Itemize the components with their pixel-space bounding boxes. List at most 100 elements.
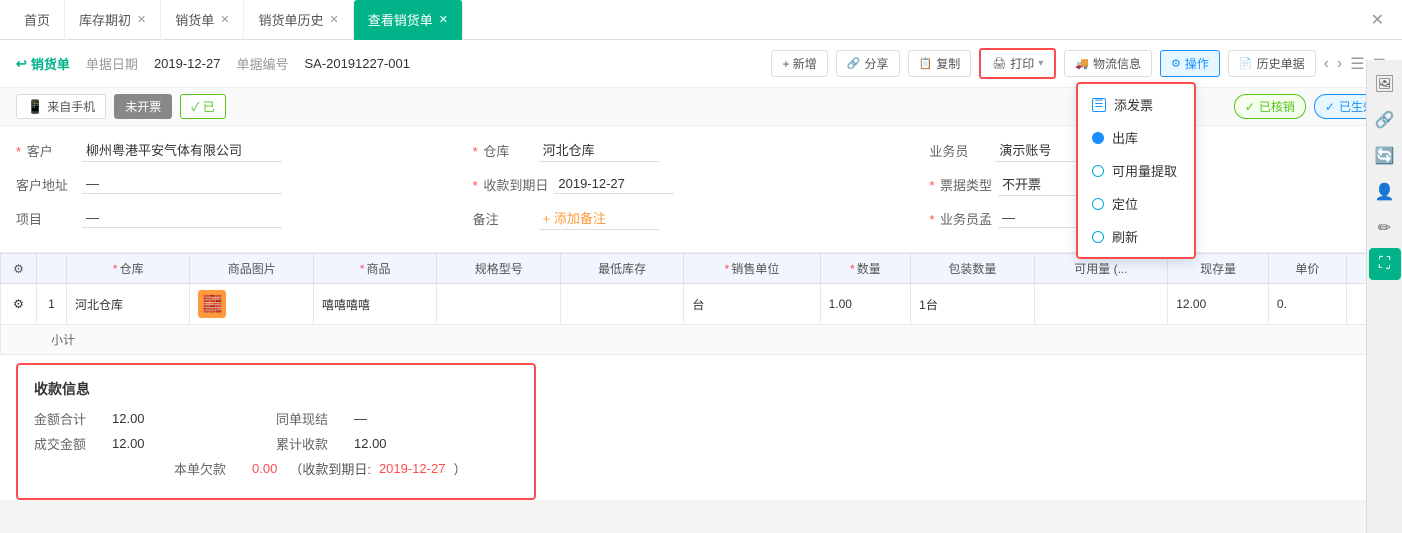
same-order-value: — <box>354 411 367 426</box>
subtotal-label: 小计 <box>1 325 1402 355</box>
col-num <box>37 254 67 284</box>
payment-row-2: 成交金额 12.00 累计收款 12.00 <box>34 434 518 453</box>
menu-locate[interactable]: 定位 <box>1078 187 1194 220</box>
same-order-field: 同单现结 — <box>276 409 518 428</box>
sidebar-user-btn[interactable]: 👤 <box>1369 176 1401 208</box>
tab-sales-history-close[interactable]: ✕ <box>330 13 339 26</box>
refresh-icon <box>1092 231 1104 243</box>
right-sidebar: 🖼 🔗 🔄 👤 ✏ ⛶ <box>1366 60 1402 533</box>
accumulated-value: 12.00 <box>354 436 387 451</box>
payment-due-date: 2019-12-27 <box>379 461 446 476</box>
row-product-img: 🧱 <box>190 284 313 325</box>
balance-field: 本单欠款 0.00 （收款到期日: 2019-12-27 ） <box>174 459 518 478</box>
due-date-field: * 收款到期日 2019-12-27 <box>473 174 930 194</box>
row-quantity: 1.00 <box>820 284 911 325</box>
row-num: 1 <box>37 284 67 325</box>
row-settings[interactable]: ⚙ <box>1 284 37 325</box>
balance-value: 0.00 <box>252 461 277 476</box>
view-list[interactable]: ☰ <box>1350 54 1364 74</box>
col-spec: 规格型号 <box>437 254 560 284</box>
project-field: 项目 — <box>16 208 473 228</box>
tab-sales-order-close[interactable]: ✕ <box>220 13 229 26</box>
project-value[interactable]: — <box>82 208 282 228</box>
tab-sales-order[interactable]: 销货单 ✕ <box>161 0 244 40</box>
note-field: 备注 + 添加备注 <box>473 206 930 230</box>
add-invoice-icon: ☰ <box>1092 98 1106 112</box>
customer-value[interactable]: 柳州粤港平安气体有限公司 <box>82 138 282 162</box>
tab-inventory-init[interactable]: 库存期初 ✕ <box>65 0 161 40</box>
transaction-field: 成交金额 12.00 <box>34 434 276 453</box>
tab-bar: 首页 库存期初 ✕ 销货单 ✕ 销货单历史 ✕ 查看销货单 ✕ ✕ <box>0 0 1402 40</box>
address-value[interactable]: — <box>82 174 282 194</box>
sidebar-edit-btn[interactable]: ✏ <box>1369 212 1401 244</box>
phone-icon: 📱 <box>27 99 43 115</box>
tab-sales-history[interactable]: 销货单历史 ✕ <box>244 0 353 40</box>
amount-total-field: 金额合计 12.00 <box>34 409 276 428</box>
col-unit-price: 单价 <box>1268 254 1346 284</box>
menu-add-invoice[interactable]: ☰ 添发票 <box>1078 88 1194 121</box>
address-field: 客户地址 — <box>16 174 473 194</box>
operation-dropdown: ☰ 添发票 出库 可用量提取 定位 刷新 <box>1076 82 1196 259</box>
row-current-stock: 12.00 <box>1168 284 1269 325</box>
tab-home[interactable]: 首页 <box>10 0 65 40</box>
history-button[interactable]: 📄 历史单据 <box>1228 50 1316 77</box>
tab-inventory-init-close[interactable]: ✕ <box>137 13 146 26</box>
row-sales-unit: 台 <box>684 284 820 325</box>
accumulated-field: 累计收款 12.00 <box>276 434 518 453</box>
sidebar-image-btn[interactable]: 🖼 <box>1369 68 1401 100</box>
main-area: ↩ 销货单 单据日期 2019-12-27 单据编号 SA-20191227-0… <box>0 40 1402 500</box>
tab-view-sales[interactable]: 查看销货单 ✕ <box>354 0 463 40</box>
row-unit-price: 0. <box>1268 284 1346 325</box>
payment-row-3: 本单欠款 0.00 （收款到期日: 2019-12-27 ） <box>34 459 518 478</box>
operation-button[interactable]: ⚙ 操作 <box>1160 50 1220 77</box>
payment-section: 收款信息 金额合计 12.00 同单现结 — 成交金额 12.00 累计收款 1… <box>16 363 536 500</box>
sidebar-sync-btn[interactable]: 🔄 <box>1369 140 1401 172</box>
row-pack-qty: 1台 <box>911 284 1034 325</box>
share-button[interactable]: 🔗 分享 <box>836 50 900 77</box>
from-phone-btn[interactable]: 📱 来自手机 <box>16 94 106 119</box>
row-warehouse: 河北仓库 <box>67 284 190 325</box>
note-add[interactable]: + 添加备注 <box>539 206 659 230</box>
copy-button[interactable]: 📋 复制 <box>908 50 972 77</box>
doc-title: ↩ 销货单 <box>16 54 70 73</box>
not-open-btn[interactable]: 未开票 <box>114 94 172 119</box>
tab-view-sales-close[interactable]: ✕ <box>439 13 448 26</box>
print-highlight: 🖨 打印 ▾ <box>979 48 1056 79</box>
table-wrapper: ⚙ *仓库 商品图片 *商品 规格型号 最低库存 *销售单位 *数量 <box>0 253 1402 355</box>
col-product: *商品 <box>313 254 436 284</box>
menu-available-extract[interactable]: 可用量提取 <box>1078 154 1194 187</box>
col-product-img: 商品图片 <box>190 254 313 284</box>
nav-prev[interactable]: ‹ <box>1324 55 1329 73</box>
row-spec <box>437 284 560 325</box>
row-product: 嘻嘻嘻嘻 <box>313 284 436 325</box>
print-button[interactable]: 🖨 打印 ▾ <box>982 51 1053 76</box>
warehouse-field: * 仓库 河北仓库 <box>473 138 930 162</box>
sidebar-expand-btn[interactable]: ⛶ <box>1369 248 1401 280</box>
customer-field: * 客户 柳州粤港平安气体有限公司 <box>16 138 473 162</box>
toolbar-right: + 新增 🔗 分享 📋 复制 🖨 打印 ▾ 🚚 物流信息 <box>771 48 1386 79</box>
close-all-tabs[interactable]: ✕ <box>1363 10 1392 30</box>
doc-icon: ↩ <box>16 56 27 72</box>
due-date-value[interactable]: 2019-12-27 <box>554 174 674 194</box>
col-settings[interactable]: ⚙ <box>1 254 37 284</box>
col-min-stock: 最低库存 <box>560 254 683 284</box>
payment-row-1: 金额合计 12.00 同单现结 — <box>34 409 518 428</box>
menu-refresh[interactable]: 刷新 <box>1078 220 1194 253</box>
sidebar-link-btn[interactable]: 🔗 <box>1369 104 1401 136</box>
new-button[interactable]: + 新增 <box>771 50 827 77</box>
col-pack-qty: 包装数量 <box>911 254 1034 284</box>
logistics-button[interactable]: 🚚 物流信息 <box>1064 50 1152 77</box>
confirm-btn[interactable]: ✓ 已 <box>180 94 226 119</box>
col-sales-unit: *销售单位 <box>684 254 820 284</box>
warehouse-value[interactable]: 河北仓库 <box>539 138 659 162</box>
available-extract-icon <box>1092 165 1104 177</box>
outbound-icon <box>1092 132 1104 144</box>
subtotal-row: 小计 <box>1 325 1402 355</box>
row-min-stock <box>560 284 683 325</box>
sold-badge: ✓ 已核销 <box>1234 94 1306 119</box>
menu-outbound[interactable]: 出库 <box>1078 121 1194 154</box>
col-quantity: *数量 <box>820 254 911 284</box>
transaction-value: 12.00 <box>112 436 145 451</box>
product-image: 🧱 <box>198 290 226 318</box>
nav-next[interactable]: › <box>1337 55 1342 73</box>
